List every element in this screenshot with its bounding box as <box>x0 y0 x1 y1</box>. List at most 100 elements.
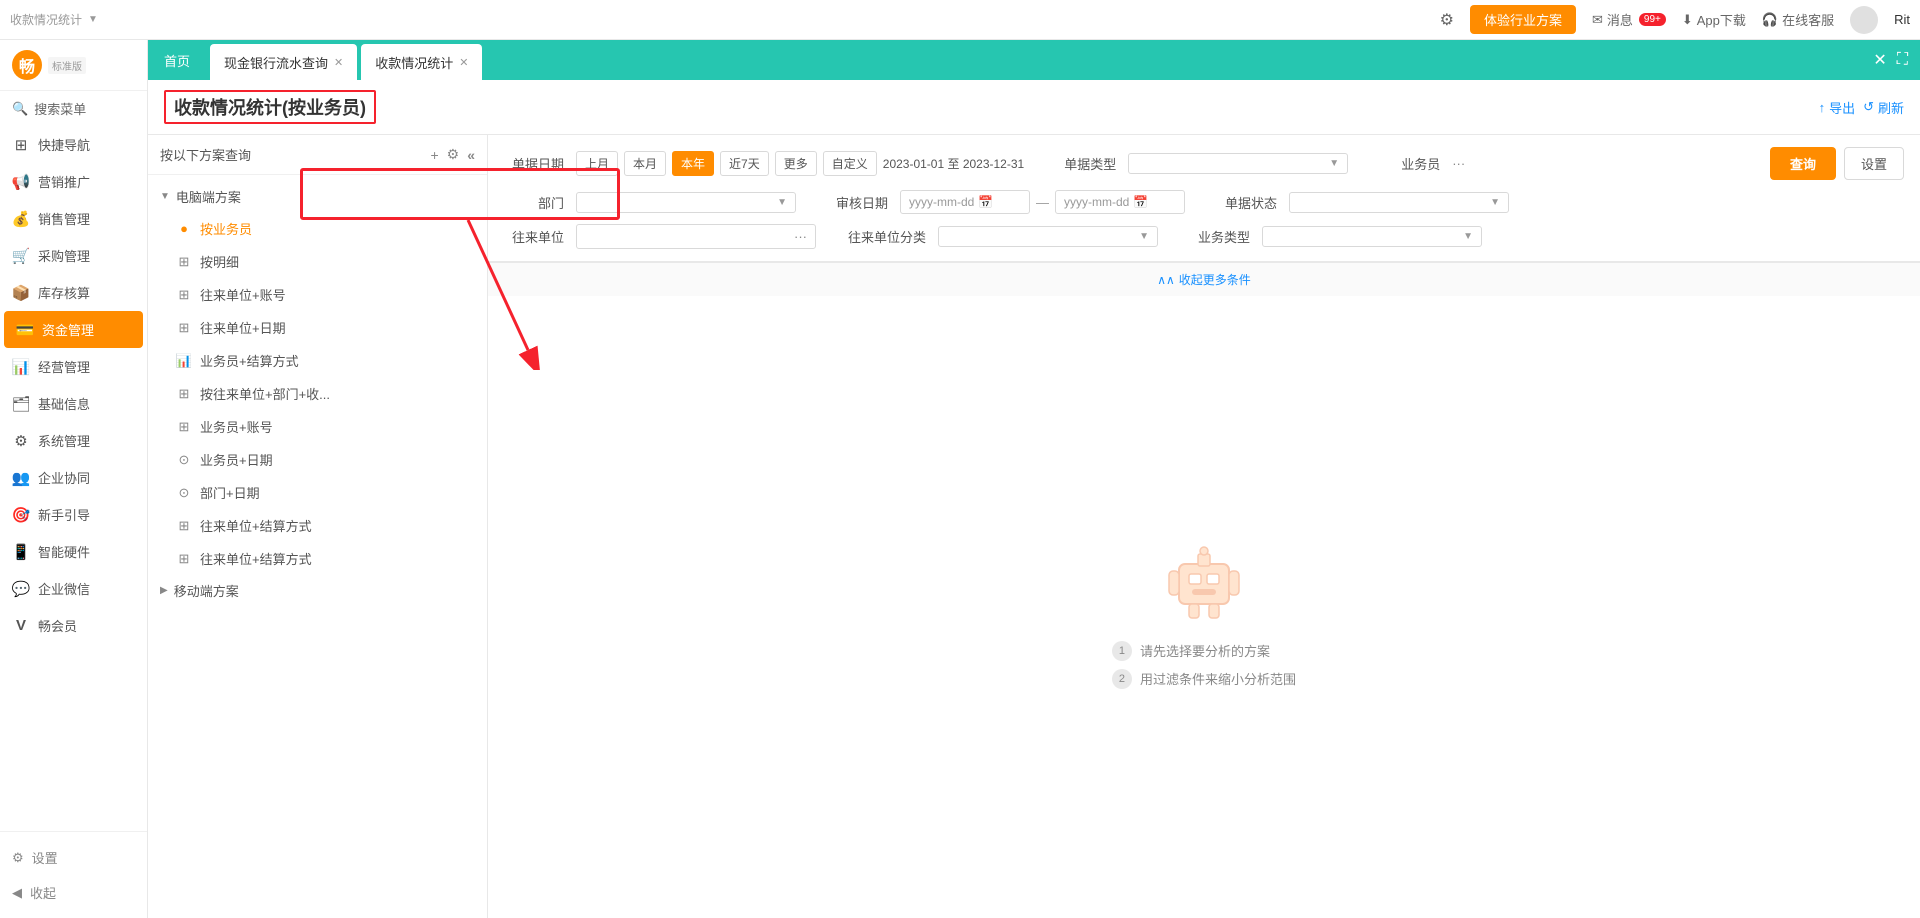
sidebar-item-label: 系统管理 <box>38 431 90 450</box>
tree-item-salesman-date[interactable]: ⊙ 业务员+日期 <box>148 443 487 476</box>
settings-gear-icon[interactable]: ⚙ <box>1440 10 1454 30</box>
audit-start-input[interactable]: yyyy-mm-dd 📅 <box>900 190 1030 214</box>
message-button[interactable]: ✉ 消息 99+ <box>1592 10 1666 29</box>
sidebar-item-marketing[interactable]: 📢 营销推广 <box>0 163 147 200</box>
tree-item-unit-date[interactable]: ⊞ 往来单位+日期 <box>148 311 487 344</box>
search-icon: 🔍 <box>12 101 28 117</box>
filter-row-3: 往来单位 ··· 往来单位分类 ▼ 业务类型 <box>504 224 1904 249</box>
tree-item-unit-settle3[interactable]: ⊞ 往来单位+结算方式 <box>148 542 487 575</box>
date-prev-month[interactable]: 上月 <box>576 151 618 176</box>
tree-item-icon: ● <box>176 221 192 237</box>
sidebar-item-hardware[interactable]: 📱 智能硬件 <box>0 533 147 570</box>
date-more[interactable]: 更多 <box>775 151 817 176</box>
app-tag: 标准版 <box>48 57 86 74</box>
tab-bank-flow-close[interactable]: ✕ <box>334 56 343 69</box>
sidebar-item-sales[interactable]: 💰 销售管理 <box>0 200 147 237</box>
tree-item-by-detail[interactable]: ⊞ 按明细 <box>148 245 487 278</box>
sidebar-item-system[interactable]: ⚙ 系统管理 <box>0 422 147 459</box>
app-download-button[interactable]: ⬇ App下载 <box>1682 10 1746 29</box>
tab-close-all-icon[interactable]: ✕ <box>1873 50 1886 70</box>
wechat-icon: 💬 <box>12 580 30 598</box>
unit-type-select[interactable]: ▼ <box>938 226 1158 247</box>
unit-select[interactable]: ··· <box>576 224 816 249</box>
audit-end-input[interactable]: yyyy-mm-dd 📅 <box>1055 190 1185 214</box>
sidebar-item-inventory[interactable]: 📦 库存核算 <box>0 274 147 311</box>
sidebar-item-finance[interactable]: 💳 资金管理 <box>4 311 143 348</box>
type-label: 单据类型 <box>1056 154 1116 173</box>
date-custom[interactable]: 自定义 <box>823 151 877 176</box>
tree-item-icon: ⊞ <box>176 254 192 270</box>
refresh-label: 刷新 <box>1878 98 1904 117</box>
scheme-add-button[interactable]: + <box>430 147 438 163</box>
user-avatar[interactable] <box>1850 6 1878 34</box>
scheme-gear-button[interactable]: ⚙ <box>447 146 460 163</box>
date-options: 上月 本月 本年 近7天 更多 自定义 2023-01-01 至 2023-12… <box>576 151 1024 176</box>
tree-item-icon: ⊞ <box>176 551 192 567</box>
hardware-icon: 📱 <box>12 543 30 561</box>
online-service-button[interactable]: 🎧 在线客服 <box>1762 10 1834 29</box>
tree-item-unit-account[interactable]: ⊞ 往来单位+账号 <box>148 278 487 311</box>
date-this-year[interactable]: 本年 <box>672 151 714 176</box>
dept-select[interactable]: ▼ <box>576 192 796 213</box>
app-layout: 畅 标准版 🔍 搜索菜单 ⊞ 快捷导航 📢 营销推广 💰 销售管理 🛒 采购管理… <box>0 0 1920 918</box>
tree-item-unit-dept-receipt[interactable]: ⊞ 按往来单位+部门+收... <box>148 377 487 410</box>
tree-item-dept-date[interactable]: ⊙ 部门+日期 <box>148 476 487 509</box>
trial-button[interactable]: 体验行业方案 <box>1470 5 1576 34</box>
tree-item-icon: ⊙ <box>176 485 192 501</box>
doc-status-select[interactable]: ▼ <box>1289 192 1509 213</box>
search-menu-button[interactable]: 🔍 搜索菜单 <box>0 91 147 126</box>
tree-item-by-salesman[interactable]: ● 按业务员 <box>148 212 487 245</box>
tab-maximize-icon[interactable]: ⛶ <box>1897 51 1908 69</box>
refresh-button[interactable]: ↺ 刷新 <box>1863 98 1904 117</box>
audit-label: 审核日期 <box>828 193 888 212</box>
sidebar-item-label: 资金管理 <box>42 320 94 339</box>
sidebar-item-vip[interactable]: V 畅会员 <box>0 607 147 644</box>
scheme-title: 按以下方案查询 <box>160 145 251 164</box>
scheme-header: 按以下方案查询 + ⚙ « <box>148 135 487 175</box>
sidebar-item-wechat[interactable]: 💬 企业微信 <box>0 570 147 607</box>
tree-item-icon: ⊞ <box>176 386 192 402</box>
tree-item-icon: ⊞ <box>176 320 192 336</box>
tab-receipt-stats-close[interactable]: ✕ <box>459 56 468 69</box>
type-select[interactable]: ▼ <box>1128 153 1348 174</box>
page-header: 收款情况统计(按业务员) ↑ 导出 ↺ 刷新 <box>148 80 1920 135</box>
date-label: 单据日期 <box>504 154 564 173</box>
tab-receipt-stats[interactable]: 收款情况统计 ✕ <box>361 44 482 80</box>
tab-bank-flow[interactable]: 现金银行流水查询 ✕ <box>210 44 357 80</box>
audit-start-placeholder: yyyy-mm-dd <box>909 195 974 209</box>
tree-expand-icon: ▼ <box>160 191 170 202</box>
sales-icon: 💰 <box>12 210 30 228</box>
tab-home-label: 首页 <box>164 51 190 70</box>
tree-group-desktop-header[interactable]: ▼ 电脑端方案 <box>148 181 487 212</box>
date-last-7[interactable]: 近7天 <box>720 151 769 176</box>
tree-group-mobile-header[interactable]: ▶ 移动端方案 <box>148 575 487 606</box>
sidebar-item-corp[interactable]: 👥 企业协同 <box>0 459 147 496</box>
app-download-label: App下载 <box>1697 10 1746 29</box>
salesman-dots: ··· <box>1452 156 1465 171</box>
collapse-bar[interactable]: ∧∧ 收起更多条件 <box>488 262 1920 296</box>
date-this-month[interactable]: 本月 <box>624 151 666 176</box>
sidebar-item-basic[interactable]: 🗂 基础信息 <box>0 385 147 422</box>
sidebar-item-guide[interactable]: 🎯 新手引导 <box>0 496 147 533</box>
sidebar-item-label: 营销推广 <box>38 172 90 191</box>
sidebar-item-quick-nav[interactable]: ⊞ 快捷导航 <box>0 126 147 163</box>
tab-bank-flow-label: 现金银行流水查询 <box>224 53 328 72</box>
sidebar-item-label: 采购管理 <box>38 246 90 265</box>
tree-item-unit-settle2[interactable]: ⊞ 往来单位+结算方式 <box>148 509 487 542</box>
message-badge: 99+ <box>1639 13 1666 26</box>
type-chevron-down-icon: ▼ <box>1329 158 1339 169</box>
scheme-collapse-button[interactable]: « <box>467 147 475 163</box>
tree-item-salesman-account[interactable]: ⊞ 业务员+账号 <box>148 410 487 443</box>
sidebar-settings-button[interactable]: ⚙ 设置 <box>0 840 147 875</box>
export-button[interactable]: ↑ 导出 <box>1819 98 1856 117</box>
tree-group-label: 电脑端方案 <box>176 187 241 206</box>
query-button[interactable]: 查询 <box>1770 147 1836 180</box>
biz-type-select[interactable]: ▼ <box>1262 226 1482 247</box>
tree-item-salesman-settle[interactable]: 📊 业务员+结算方式 <box>148 344 487 377</box>
setting-button[interactable]: 设置 <box>1844 147 1904 180</box>
sidebar-item-purchase[interactable]: 🛒 采购管理 <box>0 237 147 274</box>
sidebar-item-operations[interactable]: 📊 经营管理 <box>0 348 147 385</box>
sidebar-collapse-button[interactable]: ◀ 收起 <box>0 875 147 910</box>
sidebar-item-label: 经营管理 <box>38 357 90 376</box>
tab-home[interactable]: 首页 <box>148 40 206 80</box>
